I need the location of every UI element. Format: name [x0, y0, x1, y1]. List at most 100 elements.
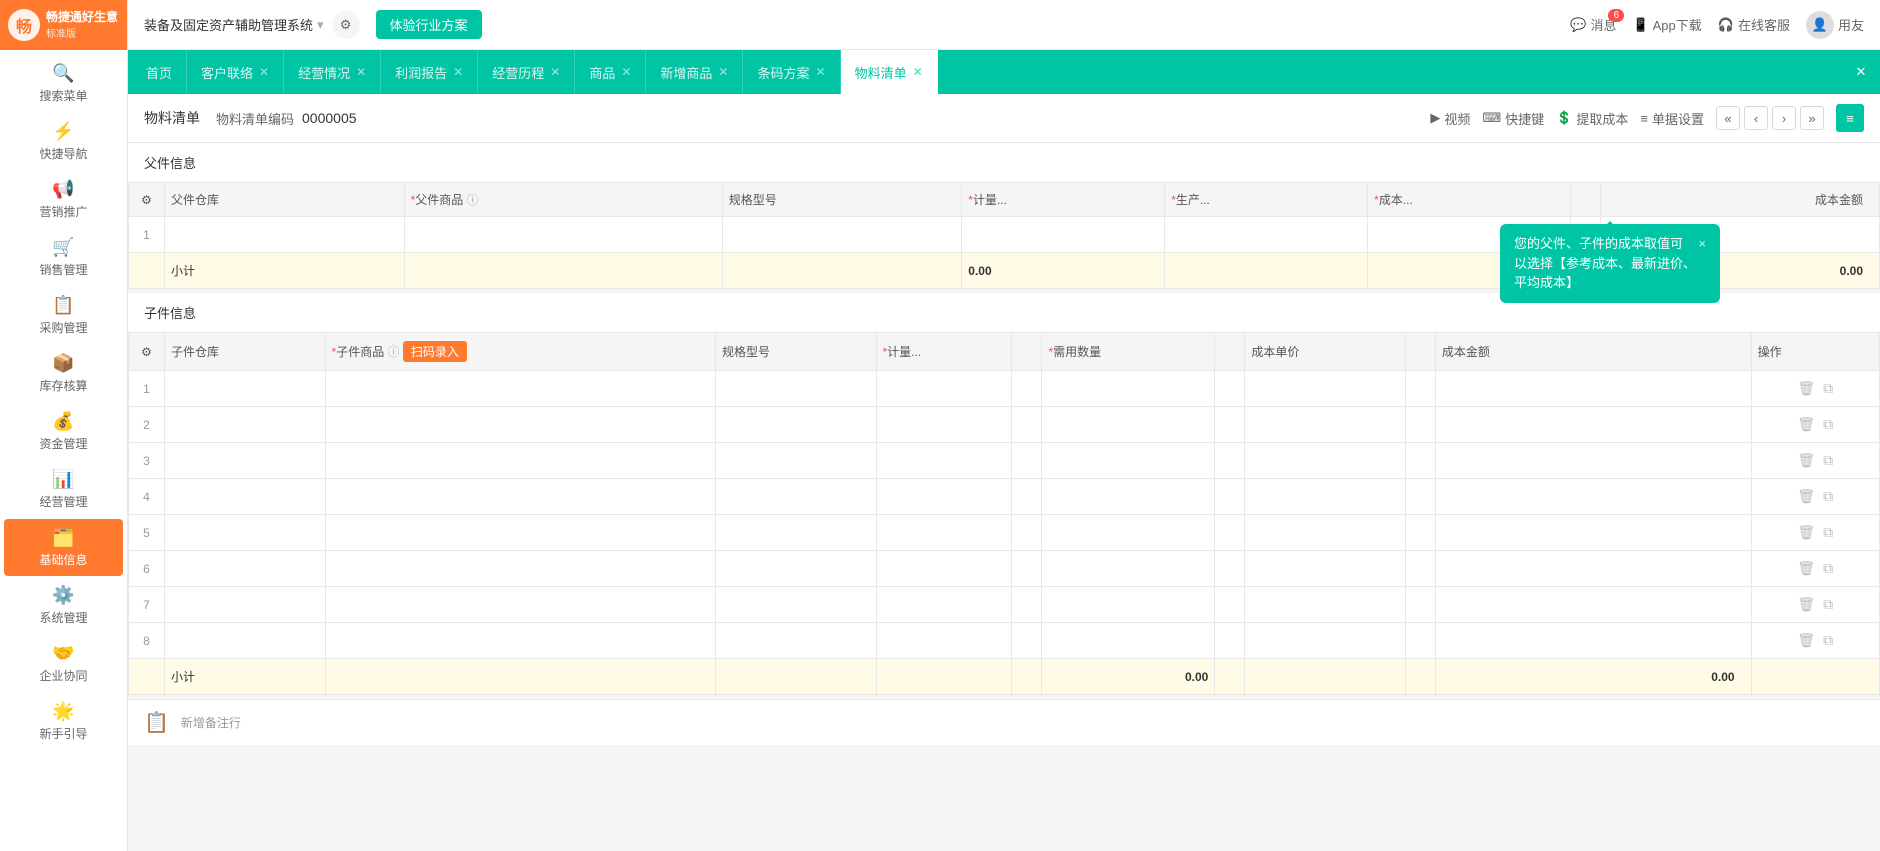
copy-icon-8[interactable]: ⧉ — [1823, 632, 1833, 649]
child-row-4-spec[interactable] — [715, 479, 876, 515]
tab-bom-close[interactable]: ✕ — [913, 65, 923, 79]
child-row-5-unit-cost[interactable] — [1245, 515, 1406, 551]
shortcut-action[interactable]: ⌨ 快捷键 — [1482, 109, 1544, 128]
online-service-button[interactable]: 🎧 在线客服 — [1718, 15, 1790, 34]
child-row-8-warehouse[interactable] — [165, 623, 326, 659]
child-row-3-goods[interactable] — [325, 443, 715, 479]
view-action[interactable]: ▶ 视频 — [1430, 109, 1470, 128]
single-settings-action[interactable]: ≡ 单据设置 — [1640, 109, 1704, 128]
child-row-1-warehouse[interactable] — [165, 371, 326, 407]
copy-icon-5[interactable]: ⧉ — [1823, 524, 1833, 541]
child-row-1-spec[interactable] — [715, 371, 876, 407]
child-row-8-goods[interactable] — [325, 623, 715, 659]
child-row-6-unit[interactable] — [876, 551, 1012, 587]
child-row-3-spec[interactable] — [715, 443, 876, 479]
tooltip-close-button[interactable]: × — [1698, 234, 1706, 254]
child-row-5-qty[interactable] — [1042, 515, 1215, 551]
sidebar-item-system[interactable]: ⚙️ 系统管理 — [4, 577, 123, 634]
nav-prev-prev[interactable]: « — [1716, 106, 1740, 130]
sidebar-item-finance[interactable]: 💰 资金管理 — [4, 403, 123, 460]
child-row-3-unit-cost[interactable] — [1245, 443, 1406, 479]
tab-barcode-close[interactable]: ✕ — [816, 65, 826, 79]
sidebar-item-operations[interactable]: 📊 经营管理 — [4, 461, 123, 518]
child-row-1-unit[interactable] — [876, 371, 1012, 407]
child-row-2-qty[interactable] — [1042, 407, 1215, 443]
sidebar-item-basic[interactable]: 🗂️ 基础信息 — [4, 519, 123, 576]
nav-prev[interactable]: ‹ — [1744, 106, 1768, 130]
settings-button[interactable]: ⚙ — [332, 11, 360, 39]
child-row-8-unit-cost[interactable] — [1245, 623, 1406, 659]
child-row-3-unit[interactable] — [876, 443, 1012, 479]
parent-row-1-produce[interactable] — [1165, 217, 1368, 253]
tab-new-goods-close[interactable]: ✕ — [718, 65, 728, 79]
child-row-3-qty[interactable] — [1042, 443, 1215, 479]
grid-view-button[interactable]: ≡ — [1836, 104, 1864, 132]
child-row-4-warehouse[interactable] — [165, 479, 326, 515]
child-row-2-unit[interactable] — [876, 407, 1012, 443]
system-selector[interactable]: 装备及固定资产辅助管理系统 ▾ — [144, 15, 324, 34]
child-row-6-unit-cost[interactable] — [1245, 551, 1406, 587]
tab-profit[interactable]: 利润报告 ✕ — [381, 50, 478, 94]
delete-icon-6[interactable]: 🗑 — [1797, 560, 1815, 577]
tab-operations-close[interactable]: ✕ — [356, 65, 366, 79]
scan-button[interactable]: 扫码录入 — [403, 341, 467, 362]
sidebar-item-sales[interactable]: 🛒 销售管理 — [4, 229, 123, 286]
sidebar-item-search[interactable]: 🔍 搜索菜单 — [4, 55, 123, 112]
child-row-6-goods[interactable] — [325, 551, 715, 587]
child-row-8-spec[interactable] — [715, 623, 876, 659]
tab-new-goods[interactable]: 新增商品 ✕ — [646, 50, 743, 94]
child-row-2-unit-cost[interactable] — [1245, 407, 1406, 443]
sidebar-item-purchase[interactable]: 📋 采购管理 — [4, 287, 123, 344]
extract-cost-action[interactable]: 💲 提取成本 — [1556, 109, 1628, 128]
tab-history-close[interactable]: ✕ — [550, 65, 560, 79]
sidebar-item-enterprise[interactable]: 🤝 企业协同 — [4, 635, 123, 692]
tab-home[interactable]: 首页 — [132, 50, 187, 94]
delete-icon-7[interactable]: 🗑 — [1797, 596, 1815, 613]
child-row-8-unit[interactable] — [876, 623, 1012, 659]
copy-icon-4[interactable]: ⧉ — [1823, 488, 1833, 505]
close-tab-button[interactable]: ✕ — [1846, 57, 1876, 87]
tab-goods[interactable]: 商品 ✕ — [575, 50, 646, 94]
child-row-7-spec[interactable] — [715, 587, 876, 623]
child-row-6-spec[interactable] — [715, 551, 876, 587]
tab-profit-close[interactable]: ✕ — [453, 65, 463, 79]
child-row-2-spec[interactable] — [715, 407, 876, 443]
sidebar-item-quicknav[interactable]: ⚡ 快捷导航 — [4, 113, 123, 170]
parent-row-1-unit[interactable] — [962, 217, 1165, 253]
child-row-2-warehouse[interactable] — [165, 407, 326, 443]
child-row-8-qty[interactable] — [1042, 623, 1215, 659]
child-th-settings[interactable]: ⚙ — [129, 333, 165, 371]
child-row-3-warehouse[interactable] — [165, 443, 326, 479]
child-row-5-goods[interactable] — [325, 515, 715, 551]
child-row-1-goods[interactable] — [325, 371, 715, 407]
tab-customers[interactable]: 客户联络 ✕ — [187, 50, 284, 94]
child-row-2-goods[interactable] — [325, 407, 715, 443]
parent-row-1-goods[interactable] — [404, 217, 722, 253]
delete-icon-8[interactable]: 🗑 — [1797, 632, 1815, 649]
parent-th-settings[interactable]: ⚙ — [129, 183, 165, 217]
child-row-4-unit-cost[interactable] — [1245, 479, 1406, 515]
nav-next-next[interactable]: » — [1800, 106, 1824, 130]
delete-icon-5[interactable]: 🗑 — [1797, 524, 1815, 541]
child-row-7-qty[interactable] — [1042, 587, 1215, 623]
child-row-7-unit[interactable] — [876, 587, 1012, 623]
sidebar-item-guide[interactable]: 🌟 新手引导 — [4, 693, 123, 750]
child-row-4-unit[interactable] — [876, 479, 1012, 515]
tab-bom[interactable]: 物料清单 ✕ — [841, 50, 938, 94]
message-button[interactable]: 💬 消息 6 — [1570, 15, 1616, 34]
delete-icon-2[interactable]: 🗑 — [1797, 416, 1815, 433]
delete-icon-3[interactable]: 🗑 — [1797, 452, 1815, 469]
delete-icon-1[interactable]: 🗑 — [1797, 380, 1815, 397]
parent-row-1-warehouse[interactable] — [165, 217, 405, 253]
child-row-6-warehouse[interactable] — [165, 551, 326, 587]
parent-row-1-spec[interactable] — [722, 217, 962, 253]
app-download-button[interactable]: 📱 App下载 — [1632, 15, 1701, 34]
tab-history[interactable]: 经营历程 ✕ — [478, 50, 575, 94]
child-row-5-spec[interactable] — [715, 515, 876, 551]
child-row-4-goods[interactable] — [325, 479, 715, 515]
sidebar-item-marketing[interactable]: 📢 营销推广 — [4, 171, 123, 228]
sidebar-item-inventory[interactable]: 📦 库存核算 — [4, 345, 123, 402]
child-row-1-qty[interactable] — [1042, 371, 1215, 407]
trial-button[interactable]: 体验行业方案 — [376, 10, 482, 39]
tab-operations[interactable]: 经营情况 ✕ — [284, 50, 381, 94]
